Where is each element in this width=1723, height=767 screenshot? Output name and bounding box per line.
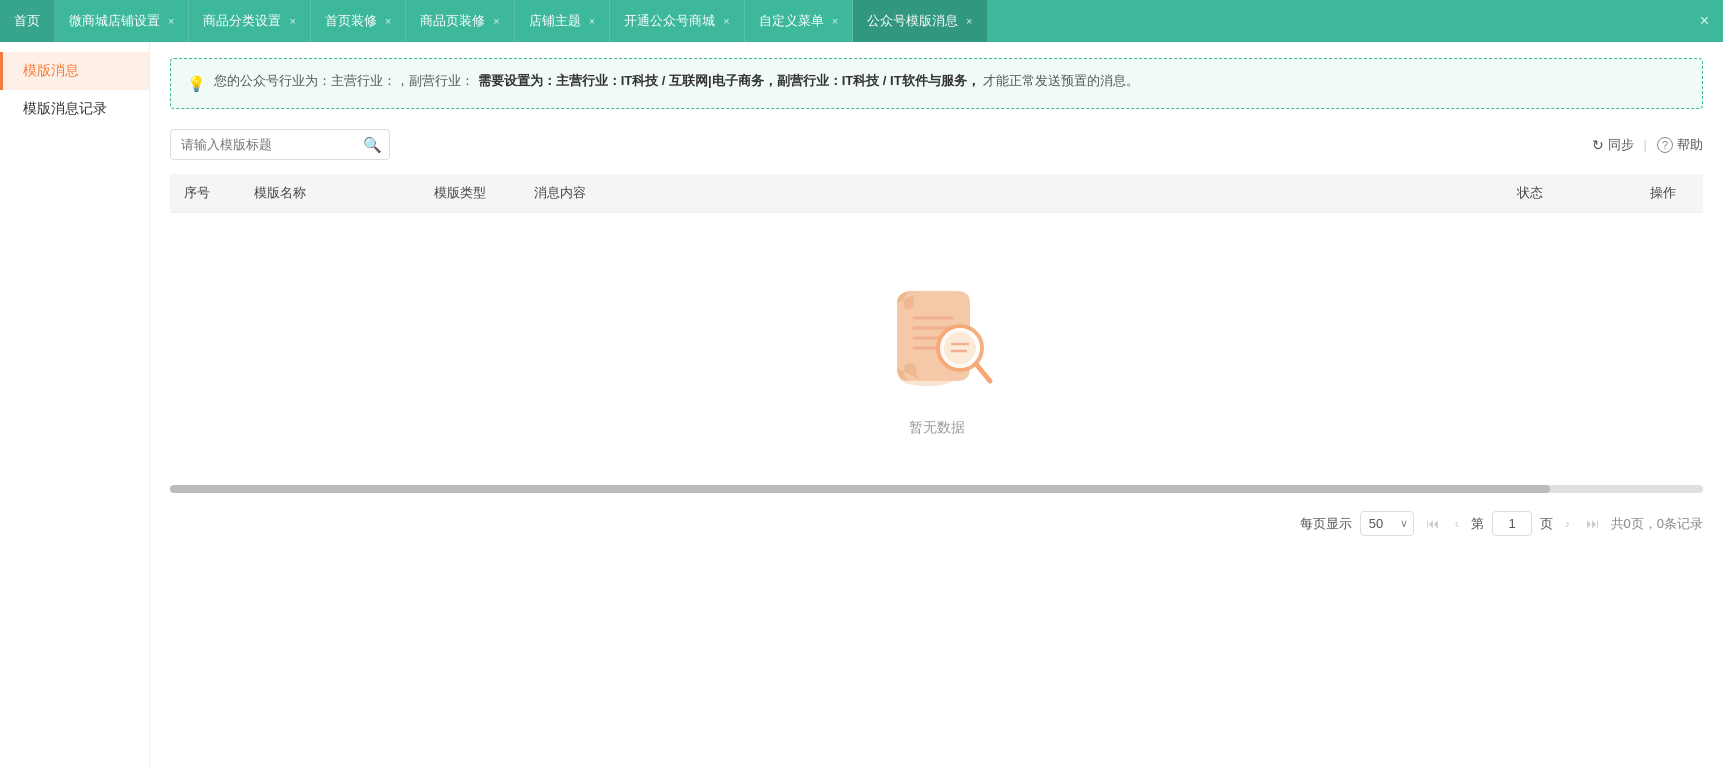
toolbar-right: ↻ 同步 | ? 帮助: [1592, 136, 1703, 154]
close-store-theme[interactable]: ×: [589, 15, 595, 27]
nav-tab-store-settings[interactable]: 微商城店铺设置 ×: [55, 0, 189, 42]
sync-label: 同步: [1608, 136, 1634, 154]
pagination: 每页显示 10 20 50 100 ∨ ⏮ ‹ 第 页 › ⏭ 共0页，0条记录: [170, 507, 1703, 536]
main-layout: 模版消息 模版消息记录 💡 您的公众号行业为：主营行业：，副营行业： 需要设置为…: [0, 42, 1723, 767]
nav-tab-home[interactable]: 首页: [0, 0, 55, 42]
sidebar-item-template-msg-record[interactable]: 模版消息记录: [0, 90, 149, 128]
nav-tab-product-decorate-label: 商品页装修: [420, 12, 485, 30]
search-input-wrapper: 🔍: [170, 129, 390, 160]
nav-tab-custom-menu-label: 自定义菜单: [759, 12, 824, 30]
nav-tab-store-theme[interactable]: 店铺主题 ×: [515, 0, 610, 42]
nav-tab-home-decorate-label: 首页装修: [325, 12, 377, 30]
nav-tab-template-msg-label: 公众号模版消息: [867, 12, 958, 30]
content-area: 💡 您的公众号行业为：主营行业：，副营行业： 需要设置为：主营行业：IT科技 /…: [150, 42, 1723, 767]
empty-state: 暂无数据: [170, 213, 1703, 477]
page-size-label: 每页显示: [1300, 515, 1352, 533]
page-unit: 页: [1540, 515, 1553, 533]
col-header-action: 操作: [1623, 174, 1703, 213]
close-custom-menu[interactable]: ×: [832, 15, 838, 27]
close-open-mall[interactable]: ×: [723, 15, 729, 27]
table-header: 序号 模版名称 模版类型 消息内容 状态 操作: [170, 174, 1703, 213]
nav-tab-open-mall[interactable]: 开通公众号商城 ×: [610, 0, 744, 42]
nav-tab-template-msg[interactable]: 公众号模版消息 ×: [853, 0, 987, 42]
prev-page-button[interactable]: ‹: [1451, 514, 1463, 533]
notice-highlight: 需要设置为：主营行业：IT科技 / 互联网|电子商务，副营行业：IT科技 / I…: [478, 73, 980, 88]
page-input[interactable]: [1492, 511, 1532, 536]
close-template-msg[interactable]: ×: [966, 15, 972, 27]
search-bar: 🔍 ↻ 同步 | ? 帮助: [170, 129, 1703, 160]
search-button[interactable]: 🔍: [363, 136, 382, 154]
empty-state-icon: [872, 273, 1002, 403]
nav-tab-open-mall-label: 开通公众号商城: [624, 12, 715, 30]
close-store-settings[interactable]: ×: [168, 15, 174, 27]
nav-tab-custom-menu[interactable]: 自定义菜单 ×: [745, 0, 853, 42]
data-table: 序号 模版名称 模版类型 消息内容 状态 操作: [170, 174, 1703, 477]
svg-point-6: [944, 332, 976, 364]
col-header-index: 序号: [170, 174, 240, 213]
col-header-type: 模版类型: [420, 174, 520, 213]
nav-tab-product-category[interactable]: 商品分类设置 ×: [189, 0, 310, 42]
close-home-decorate[interactable]: ×: [385, 15, 391, 27]
nav-tab-store-theme-label: 店铺主题: [529, 12, 581, 30]
sidebar-item-template-msg-label: 模版消息: [23, 62, 79, 78]
nav-tab-home-decorate[interactable]: 首页装修 ×: [311, 0, 406, 42]
nav-tab-home-label: 首页: [14, 12, 40, 30]
search-input[interactable]: [170, 129, 390, 160]
col-header-content: 消息内容: [520, 174, 1503, 213]
sidebar: 模版消息 模版消息记录: [0, 42, 150, 767]
col-header-status: 状态: [1503, 174, 1623, 213]
notice-box: 💡 您的公众号行业为：主营行业：，副营行业： 需要设置为：主营行业：IT科技 /…: [170, 58, 1703, 109]
svg-line-7: [976, 364, 990, 381]
scrollbar-track[interactable]: [170, 485, 1703, 493]
page-size-select[interactable]: 10 20 50 100: [1360, 511, 1414, 536]
scrollbar-thumb: [170, 485, 1550, 493]
nav-tab-product-decorate[interactable]: 商品页装修 ×: [406, 0, 514, 42]
sidebar-item-template-msg[interactable]: 模版消息: [0, 52, 149, 90]
sync-icon: ↻: [1592, 137, 1604, 153]
notice-suffix: 才能正常发送预置的消息。: [983, 73, 1139, 88]
notice-icon: 💡: [187, 72, 206, 96]
top-nav: 首页 微商城店铺设置 × 商品分类设置 × 首页装修 × 商品页装修 × 店铺主…: [0, 0, 1723, 42]
close-product-decorate[interactable]: ×: [493, 15, 499, 27]
last-page-button[interactable]: ⏭: [1582, 514, 1603, 533]
page-size-wrapper: 10 20 50 100 ∨: [1360, 511, 1414, 536]
help-button[interactable]: ? 帮助: [1657, 136, 1703, 154]
close-product-category[interactable]: ×: [289, 15, 295, 27]
search-icon: 🔍: [363, 136, 382, 153]
help-label: 帮助: [1677, 136, 1703, 154]
nav-tab-store-settings-label: 微商城店铺设置: [69, 12, 160, 30]
total-info: 共0页，0条记录: [1611, 515, 1703, 533]
col-header-name: 模版名称: [240, 174, 420, 213]
help-icon: ?: [1657, 137, 1673, 153]
first-page-button[interactable]: ⏮: [1422, 514, 1443, 533]
sidebar-item-template-msg-record-label: 模版消息记录: [23, 100, 107, 116]
sync-button[interactable]: ↻ 同步: [1592, 136, 1634, 154]
nav-tab-product-category-label: 商品分类设置: [203, 12, 281, 30]
toolbar-divider: |: [1644, 137, 1647, 152]
next-page-button[interactable]: ›: [1561, 514, 1573, 533]
table-body: 暂无数据: [170, 213, 1703, 478]
page-label: 第: [1471, 515, 1484, 533]
close-all-tabs[interactable]: ×: [1686, 12, 1723, 30]
empty-text: 暂无数据: [909, 419, 965, 437]
notice-prefix: 您的公众号行业为：主营行业：，副营行业：: [214, 73, 474, 88]
